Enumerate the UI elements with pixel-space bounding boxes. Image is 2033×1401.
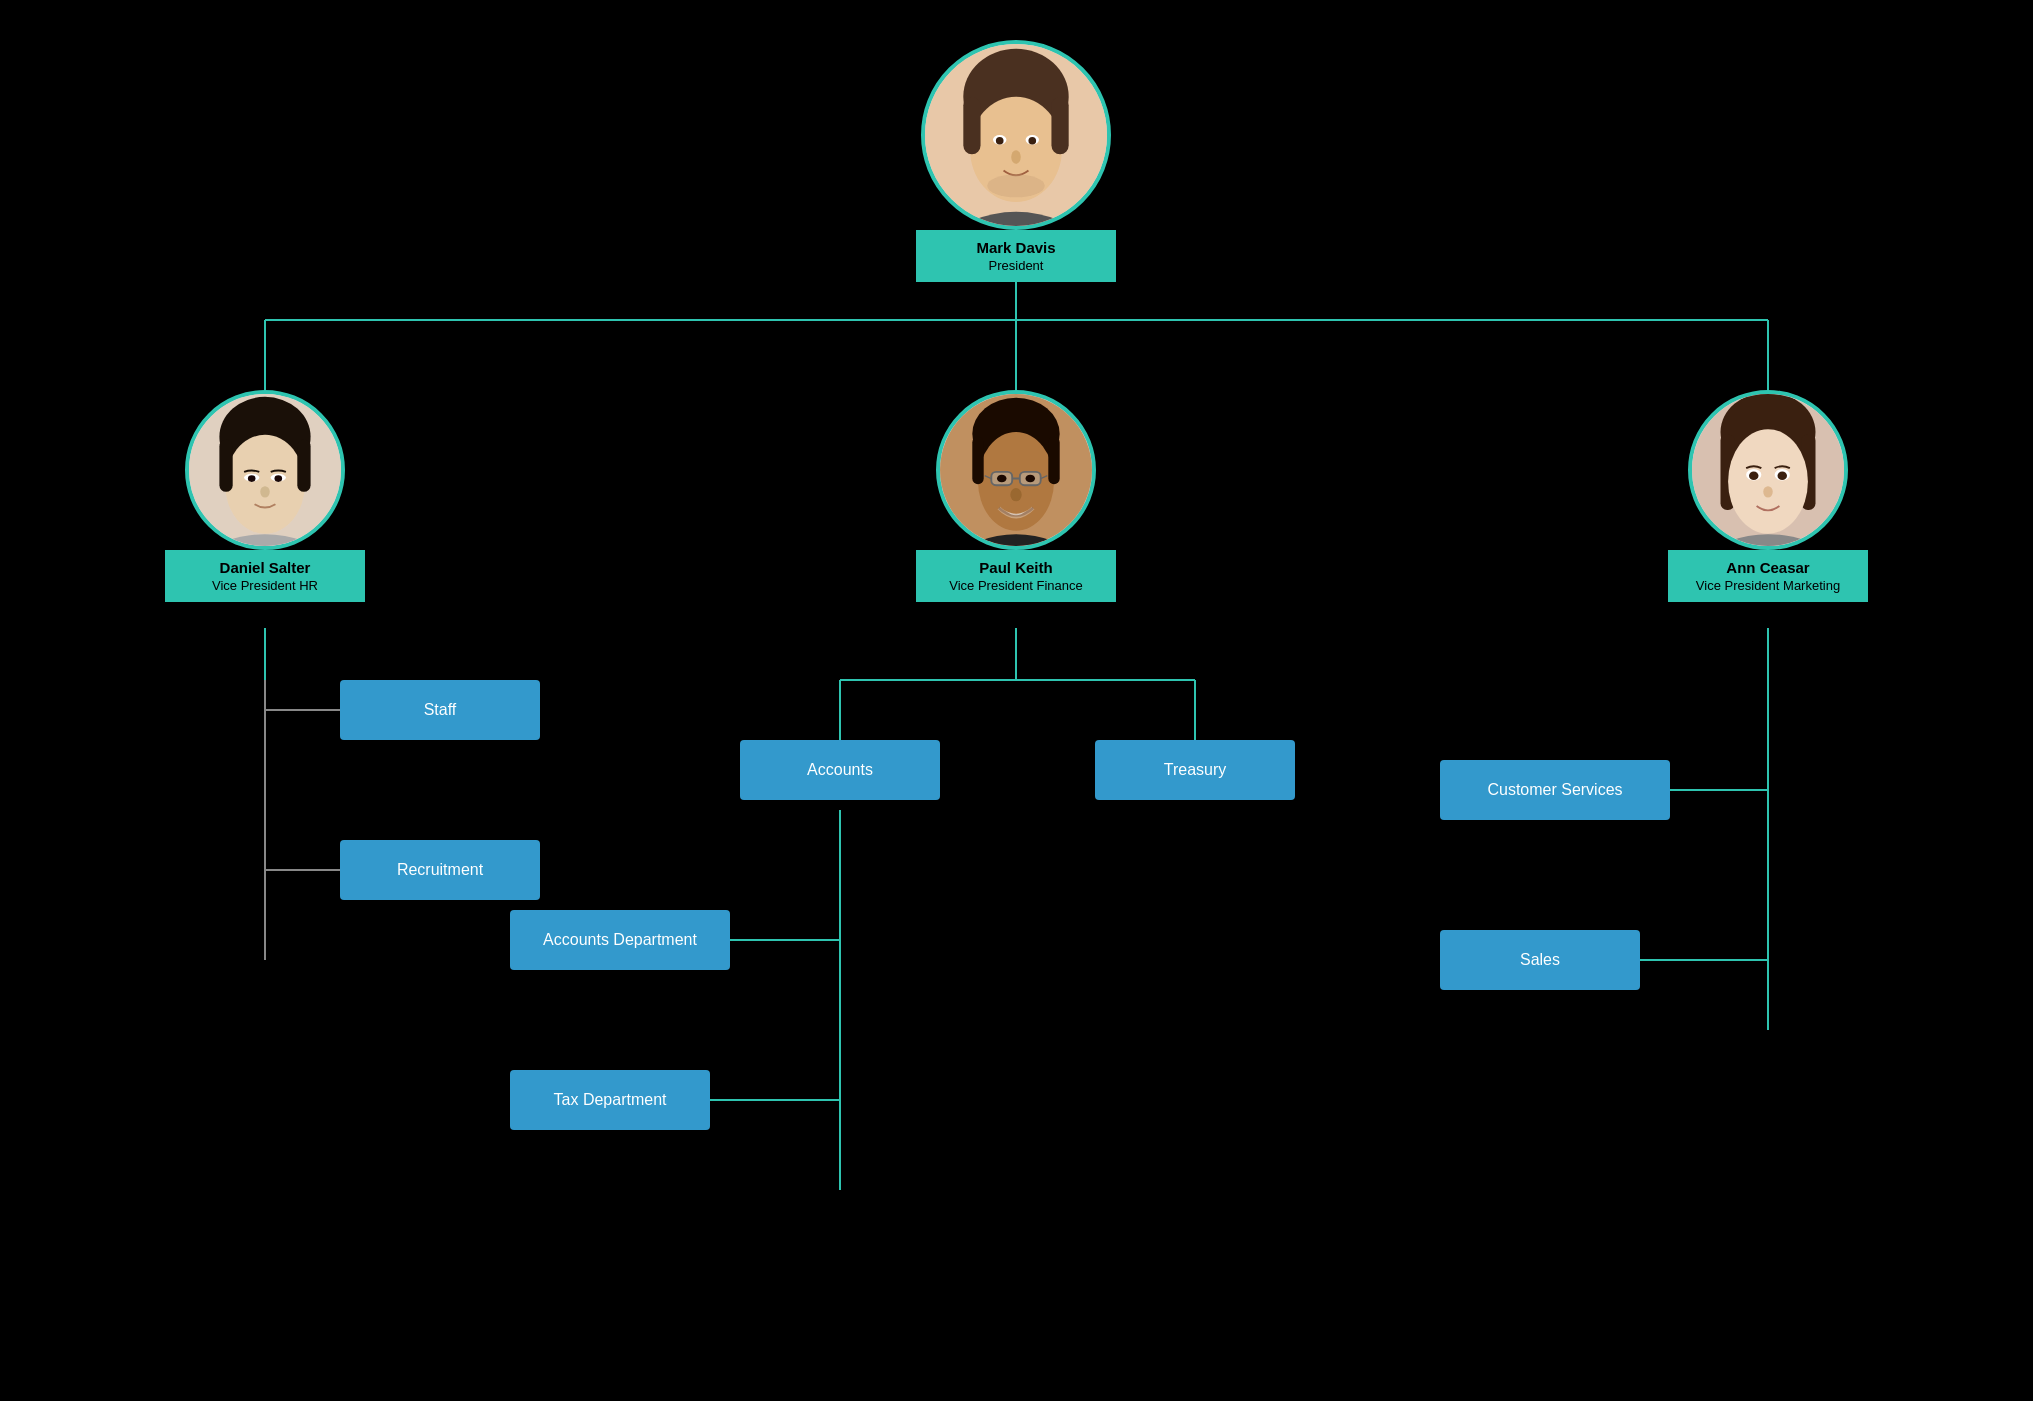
customer-services-label: Customer Services bbox=[1487, 781, 1622, 799]
mark-davis-label: Mark Davis President bbox=[916, 230, 1116, 282]
sales-box: Sales bbox=[1440, 930, 1640, 990]
svg-point-38 bbox=[1728, 429, 1808, 534]
svg-point-41 bbox=[1749, 471, 1759, 480]
paul-title: Vice President Finance bbox=[924, 578, 1108, 595]
ann-ceasar-avatar bbox=[1688, 390, 1848, 550]
paul-keith-face bbox=[940, 394, 1092, 546]
mark-davis-avatar bbox=[921, 40, 1111, 230]
paul-name: Paul Keith bbox=[924, 558, 1108, 578]
svg-point-10 bbox=[987, 174, 1044, 197]
treasury-label: Treasury bbox=[1164, 761, 1227, 779]
recruitment-box: Recruitment bbox=[340, 840, 540, 900]
svg-rect-24 bbox=[972, 437, 983, 485]
svg-rect-14 bbox=[219, 440, 232, 492]
svg-point-42 bbox=[1778, 471, 1788, 480]
ann-name: Ann Ceasar bbox=[1676, 558, 1860, 578]
svg-point-7 bbox=[996, 137, 1004, 145]
tax-dept-box: Tax Department bbox=[510, 1070, 710, 1130]
svg-point-32 bbox=[1026, 475, 1036, 483]
paul-keith-label: Paul Keith Vice President Finance bbox=[916, 550, 1116, 602]
staff-box: Staff bbox=[340, 680, 540, 740]
staff-label: Staff bbox=[424, 701, 457, 719]
svg-point-20 bbox=[260, 486, 270, 497]
daniel-name: Daniel Salter bbox=[173, 558, 357, 578]
ann-ceasar-card: Ann Ceasar Vice President Marketing bbox=[1668, 390, 1868, 602]
ann-ceasar-face bbox=[1692, 394, 1844, 546]
svg-rect-4 bbox=[1051, 97, 1068, 154]
svg-rect-25 bbox=[1048, 437, 1059, 485]
mark-davis-name: Mark Davis bbox=[924, 238, 1108, 258]
paul-keith-card: Paul Keith Vice President Finance bbox=[916, 390, 1116, 602]
svg-point-31 bbox=[997, 475, 1007, 483]
org-chart: Mark Davis President bbox=[0, 0, 2033, 1401]
daniel-title: Vice President HR bbox=[173, 578, 357, 595]
ann-ceasar-label: Ann Ceasar Vice President Marketing bbox=[1668, 550, 1868, 602]
recruitment-label: Recruitment bbox=[397, 861, 483, 879]
daniel-salter-face bbox=[189, 394, 341, 546]
ann-title: Vice President Marketing bbox=[1676, 578, 1860, 595]
sales-label: Sales bbox=[1520, 951, 1560, 969]
accounts-box: Accounts bbox=[740, 740, 940, 800]
tax-dept-label: Tax Department bbox=[554, 1091, 667, 1109]
daniel-salter-label: Daniel Salter Vice President HR bbox=[165, 550, 365, 602]
treasury-box: Treasury bbox=[1095, 740, 1295, 800]
accounts-dept-box: Accounts Department bbox=[510, 910, 730, 970]
svg-point-18 bbox=[248, 475, 256, 482]
daniel-salter-avatar bbox=[185, 390, 345, 550]
paul-keith-avatar bbox=[936, 390, 1096, 550]
svg-point-19 bbox=[275, 475, 283, 482]
svg-point-9 bbox=[1011, 150, 1021, 163]
svg-point-8 bbox=[1028, 137, 1036, 145]
customer-services-box: Customer Services bbox=[1440, 760, 1670, 820]
mark-davis-title: President bbox=[924, 258, 1108, 275]
svg-rect-3 bbox=[963, 97, 980, 154]
svg-point-13 bbox=[225, 435, 305, 534]
svg-rect-15 bbox=[297, 440, 310, 492]
accounts-label: Accounts bbox=[807, 761, 873, 779]
svg-point-43 bbox=[1763, 486, 1773, 497]
accounts-dept-label: Accounts Department bbox=[543, 931, 697, 949]
mark-davis-face bbox=[925, 44, 1107, 226]
mark-davis-card: Mark Davis President bbox=[916, 40, 1116, 282]
daniel-salter-card: Daniel Salter Vice President HR bbox=[165, 390, 365, 602]
svg-point-33 bbox=[1010, 488, 1021, 501]
